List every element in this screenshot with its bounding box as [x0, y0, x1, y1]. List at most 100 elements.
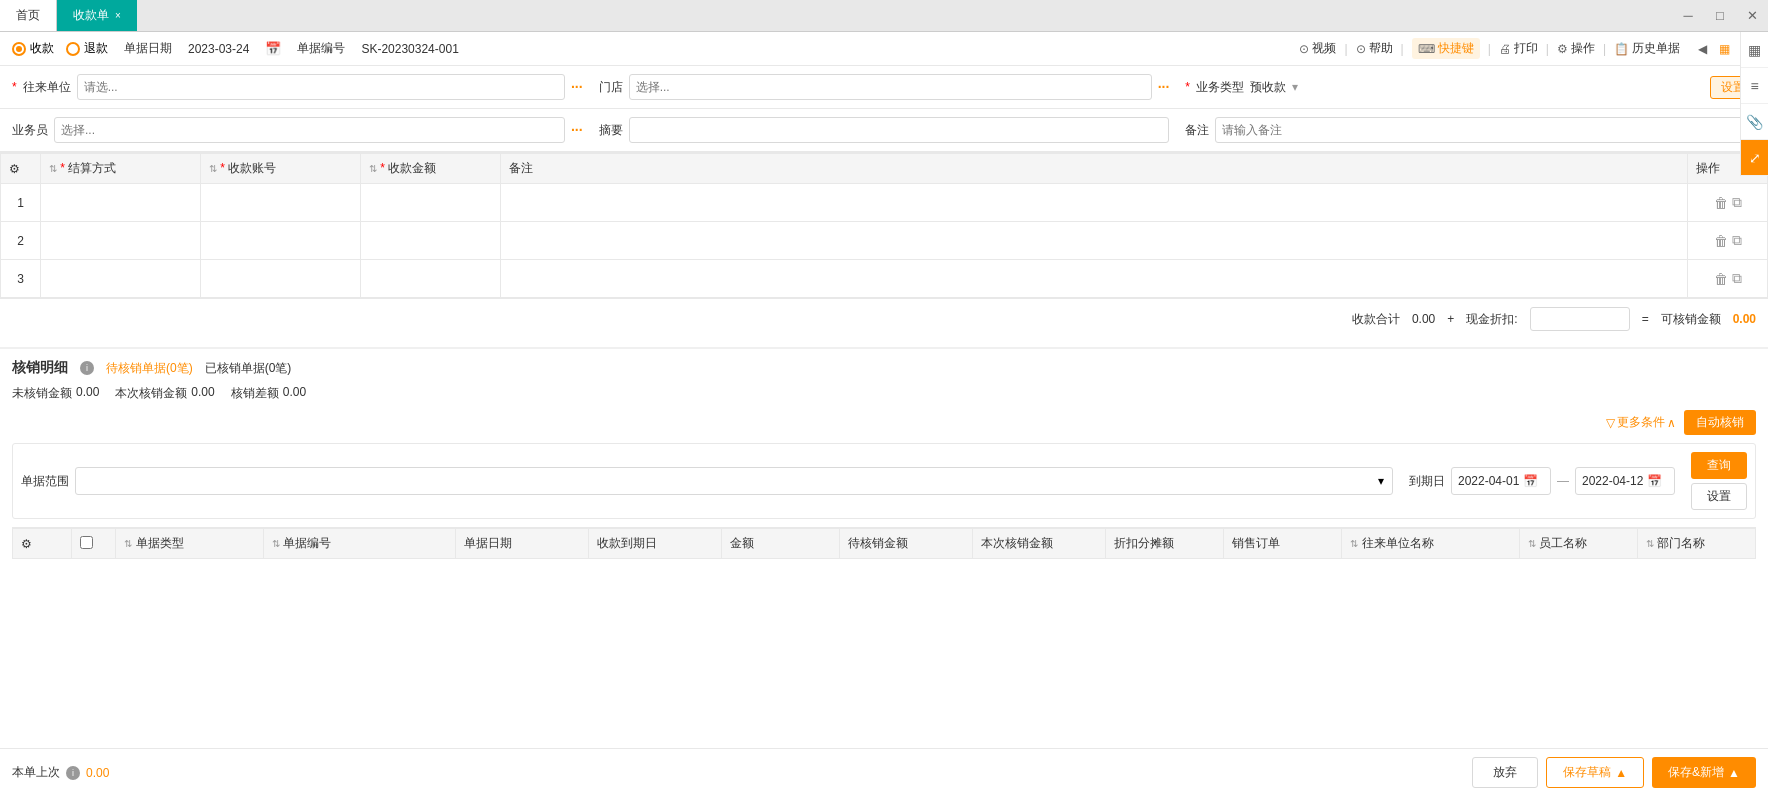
sort-account-icon[interactable]: ⇅ — [209, 163, 217, 174]
chevron-up-icon: ∧ — [1667, 416, 1676, 430]
gear-icon[interactable]: ⚙ — [9, 162, 20, 176]
history-btn[interactable]: 📋 历史单据 — [1614, 40, 1680, 57]
sort-number-icon[interactable]: ⇅ — [272, 538, 280, 549]
row3-account[interactable] — [201, 260, 361, 298]
scroll-area[interactable]: 收款 退款 单据日期 2023-03-24 📅 单据编号 SK-20230324… — [0, 32, 1768, 748]
date-end-input[interactable]: 2022-04-12 📅 — [1575, 467, 1675, 495]
due-date-label: 到期日 — [1409, 473, 1445, 490]
date-end-calendar-icon: 📅 — [1647, 474, 1662, 488]
calendar-icon[interactable]: 📅 — [265, 41, 281, 56]
shortcut-icon: ⌨ — [1418, 42, 1435, 56]
note-input[interactable] — [1215, 117, 1756, 143]
unchecked-label: 未核销金额 — [12, 385, 72, 402]
done-tab[interactable]: 已核销单据(0笔) — [205, 360, 292, 377]
sort-dept-icon[interactable]: ⇅ — [1646, 538, 1654, 549]
tab-close-icon[interactable]: × — [115, 10, 121, 21]
sort-staff-icon[interactable]: ⇅ — [1528, 538, 1536, 549]
tab-home[interactable]: 首页 — [0, 0, 57, 31]
range-select[interactable]: ▾ — [75, 467, 1393, 495]
more-conditions-label: 更多条件 — [1617, 414, 1665, 431]
counterparty-more-btn[interactable]: ··· — [571, 79, 583, 95]
select-all-checkbox[interactable] — [80, 536, 93, 549]
query-form: 单据范围 ▾ 到期日 2022-04-01 📅 — 2022-04-12 — [12, 443, 1756, 519]
staff-more-btn[interactable]: ··· — [571, 122, 583, 138]
row3-note[interactable] — [501, 260, 1688, 298]
window-controls: ─ □ ✕ — [1672, 0, 1768, 32]
radio-receipt-label: 收款 — [30, 40, 54, 57]
row2-settlement[interactable] — [41, 222, 201, 260]
col-bottom-dept: ⇅ 部门名称 — [1637, 529, 1755, 559]
bottom-gear-icon[interactable]: ⚙ — [21, 537, 32, 551]
row2-account[interactable] — [201, 222, 361, 260]
verify-info-icon[interactable]: i — [80, 361, 94, 375]
col-bottom-checkbox[interactable] — [72, 529, 116, 559]
filter-right: ▽ 更多条件 ∧ 自动核销 — [1606, 410, 1756, 435]
close-button[interactable]: ✕ — [1736, 0, 1768, 32]
sidebar-icon-attachment[interactable]: 📎 — [1741, 104, 1769, 140]
row1-note[interactable] — [501, 184, 1688, 222]
radio-receipt[interactable]: 收款 — [12, 40, 54, 57]
more-conditions-btn[interactable]: ▽ 更多条件 ∧ — [1606, 414, 1676, 431]
shortcut-btn[interactable]: ⌨ 快捷键 — [1412, 38, 1480, 59]
row3-copy-icon[interactable]: ⧉ — [1732, 270, 1742, 287]
main-wrapper: 收款 退款 单据日期 2023-03-24 📅 单据编号 SK-20230324… — [0, 32, 1768, 796]
sidebar-icon-document[interactable]: ≡ — [1741, 68, 1769, 104]
row3-delete-icon[interactable]: 🗑 — [1714, 271, 1728, 287]
sidebar-icon-table[interactable]: ▦ — [1741, 32, 1769, 68]
query-button[interactable]: 查询 — [1691, 452, 1747, 479]
maximize-button[interactable]: □ — [1704, 0, 1736, 32]
video-btn[interactable]: ⊙ 视频 — [1299, 40, 1336, 57]
date-range-field: 到期日 2022-04-01 📅 — 2022-04-12 📅 — [1409, 467, 1675, 495]
col-header-gear[interactable]: ⚙ — [1, 154, 41, 184]
tab-receipt[interactable]: 收款单 × — [57, 0, 137, 31]
sort-amount-icon[interactable]: ⇅ — [369, 163, 377, 174]
row1-copy-icon[interactable]: ⧉ — [1732, 194, 1742, 211]
print-btn[interactable]: 🖨 打印 — [1499, 40, 1538, 57]
store-field: 门店 ··· — [599, 74, 1170, 100]
row2-copy-icon[interactable]: ⧉ — [1732, 232, 1742, 249]
row1-account[interactable] — [201, 184, 361, 222]
col-bottom-number: ⇅ 单据编号 — [264, 529, 456, 559]
store-more-btn[interactable]: ··· — [1158, 79, 1170, 95]
sort-type-icon[interactable]: ⇅ — [124, 538, 132, 549]
help-btn[interactable]: ⊙ 帮助 — [1356, 40, 1393, 57]
prev-order-info-icon[interactable]: i — [66, 766, 80, 780]
row1-settlement[interactable] — [41, 184, 201, 222]
business-type-arrow[interactable]: ▾ — [1292, 80, 1298, 94]
layout-grid-icon[interactable]: ▦ — [1714, 39, 1734, 59]
sort-counterparty-icon[interactable]: ⇅ — [1350, 538, 1358, 549]
draft-button[interactable]: 保存草稿 ▲ — [1546, 757, 1644, 788]
row2-amount[interactable] — [361, 222, 501, 260]
prev-btn[interactable]: ◀ — [1692, 39, 1712, 59]
note-label: 备注 — [1185, 122, 1209, 139]
date-start-input[interactable]: 2022-04-01 📅 — [1451, 467, 1551, 495]
operation-btn[interactable]: ⚙ 操作 — [1557, 40, 1595, 57]
minimize-button[interactable]: ─ — [1672, 0, 1704, 32]
row3-amount[interactable] — [361, 260, 501, 298]
query-settings-btn[interactable]: 设置 — [1691, 483, 1747, 510]
row1-delete-icon[interactable]: 🗑 — [1714, 195, 1728, 211]
auto-verify-btn[interactable]: 自动核销 — [1684, 410, 1756, 435]
radio-refund[interactable]: 退款 — [66, 40, 108, 57]
footer: 本单上次 i 0.00 放弃 保存草稿 ▲ 保存&新增 ▲ — [0, 748, 1768, 796]
save-button[interactable]: 保存&新增 ▲ — [1652, 757, 1756, 788]
store-input[interactable] — [629, 74, 1152, 100]
row1-amount[interactable] — [361, 184, 501, 222]
discount-label: 现金折扣: — [1466, 311, 1517, 328]
row2-delete-icon[interactable]: 🗑 — [1714, 233, 1728, 249]
sidebar-icon-expand[interactable]: ⤢ — [1741, 140, 1769, 176]
row2-note[interactable] — [501, 222, 1688, 260]
row1-op: 🗑 ⧉ — [1688, 184, 1768, 222]
footer-spacer — [0, 569, 1768, 619]
sort-settlement-icon[interactable]: ⇅ — [49, 163, 57, 174]
col-bottom-gear[interactable]: ⚙ — [13, 529, 72, 559]
abandon-button[interactable]: 放弃 — [1472, 757, 1538, 788]
summary-input[interactable] — [629, 117, 1170, 143]
staff-input[interactable] — [54, 117, 565, 143]
verify-header: 核销明细 i 待核销单据(0笔) 已核销单据(0笔) — [12, 359, 1756, 377]
pending-tab[interactable]: 待核销单据(0笔) — [106, 360, 193, 377]
row3-settlement[interactable] — [41, 260, 201, 298]
discount-input[interactable] — [1530, 307, 1630, 331]
counterparty-input[interactable] — [77, 74, 565, 100]
unchecked-value: 0.00 — [76, 385, 99, 402]
